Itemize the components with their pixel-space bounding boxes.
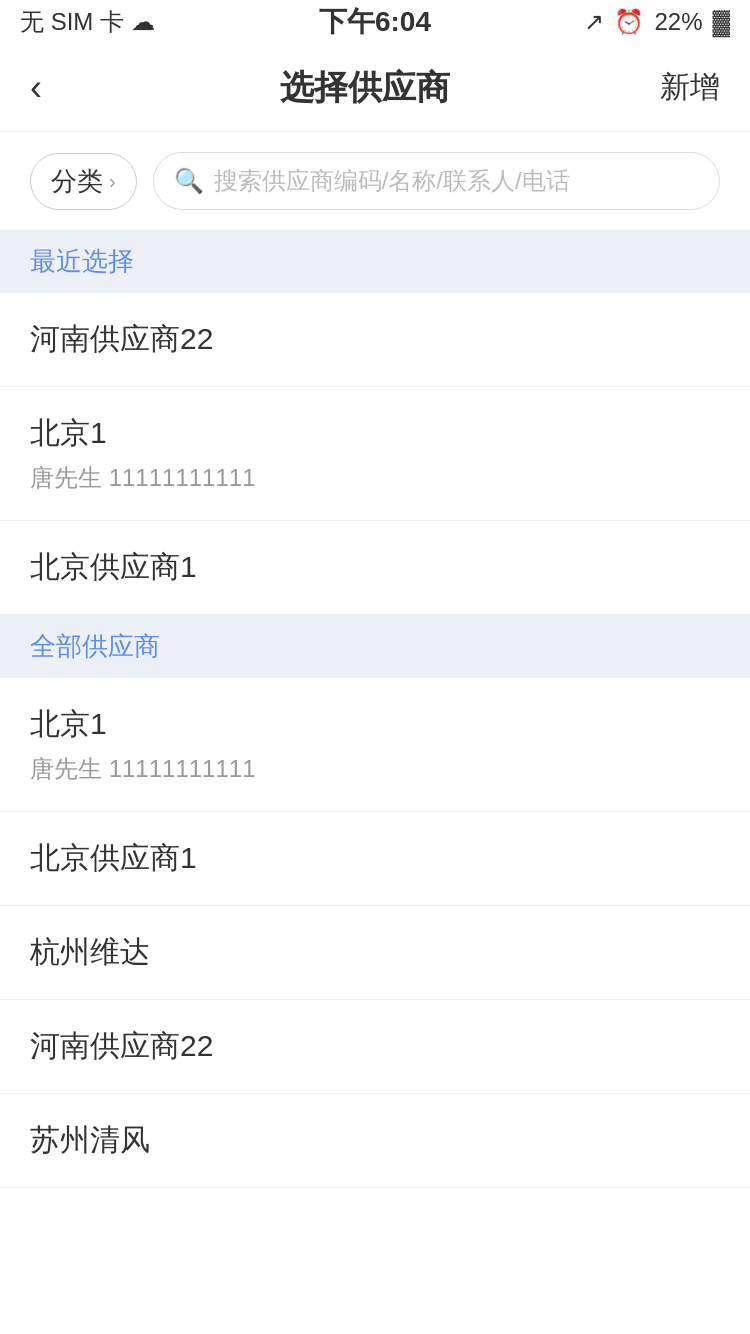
chevron-right-icon: › <box>109 170 116 193</box>
battery-icon: ▓ <box>713 8 731 36</box>
all-item-4-name: 苏州清风 <box>30 1120 720 1161</box>
recent-item-2[interactable]: 北京供应商1 <box>0 521 750 615</box>
recent-item-0[interactable]: 河南供应商22 <box>0 293 750 387</box>
all-list: 北京1 唐先生 11111111111 北京供应商1 杭州维达 河南供应商22 … <box>0 678 750 1188</box>
status-right: ↗ ⏰ 22% ▓ <box>584 8 730 36</box>
all-item-1[interactable]: 北京供应商1 <box>0 812 750 906</box>
category-button[interactable]: 分类 › <box>30 153 137 210</box>
recent-item-1-name: 北京1 <box>30 413 720 454</box>
location-icon: ↗ <box>584 8 604 36</box>
status-bar: 无 SIM 卡 ☁ 下午6:04 ↗ ⏰ 22% ▓ <box>0 0 750 44</box>
recent-list: 河南供应商22 北京1 唐先生 11111111111 北京供应商1 <box>0 293 750 615</box>
all-item-2-name: 杭州维达 <box>30 932 720 973</box>
recent-item-2-name: 北京供应商1 <box>30 547 720 588</box>
page-title: 选择供应商 <box>280 65 450 111</box>
alarm-icon: ⏰ <box>614 8 644 36</box>
sim-status: 无 SIM 卡 ☁ <box>20 6 155 38</box>
category-label: 分类 <box>51 164 103 199</box>
status-left: 无 SIM 卡 ☁ <box>20 6 155 38</box>
search-placeholder: 搜索供应商编码/名称/联系人/电话 <box>214 165 570 197</box>
all-item-3-name: 河南供应商22 <box>30 1026 720 1067</box>
recent-section-header: 最近选择 <box>0 230 750 293</box>
recent-item-1[interactable]: 北京1 唐先生 11111111111 <box>0 387 750 521</box>
all-item-4[interactable]: 苏州清风 <box>0 1094 750 1188</box>
back-button[interactable]: ‹ <box>30 67 90 109</box>
status-time: 下午6:04 <box>319 3 431 41</box>
all-item-0-name: 北京1 <box>30 704 720 745</box>
battery-text: 22% <box>654 8 702 36</box>
all-item-2[interactable]: 杭州维达 <box>0 906 750 1000</box>
search-bar: 分类 › 🔍 搜索供应商编码/名称/联系人/电话 <box>0 132 750 230</box>
search-icon: 🔍 <box>174 167 204 195</box>
all-section-label: 全部供应商 <box>30 631 160 661</box>
all-item-0-sub: 唐先生 11111111111 <box>30 753 720 785</box>
all-section-header: 全部供应商 <box>0 615 750 678</box>
search-input-wrap[interactable]: 🔍 搜索供应商编码/名称/联系人/电话 <box>153 152 720 210</box>
recent-item-1-sub: 唐先生 11111111111 <box>30 462 720 494</box>
all-item-1-name: 北京供应商1 <box>30 838 720 879</box>
recent-item-0-name: 河南供应商22 <box>30 319 720 360</box>
nav-bar: ‹ 选择供应商 新增 <box>0 44 750 132</box>
all-item-3[interactable]: 河南供应商22 <box>0 1000 750 1094</box>
all-item-0[interactable]: 北京1 唐先生 11111111111 <box>0 678 750 812</box>
recent-section-label: 最近选择 <box>30 246 134 276</box>
add-button[interactable]: 新增 <box>640 67 720 108</box>
